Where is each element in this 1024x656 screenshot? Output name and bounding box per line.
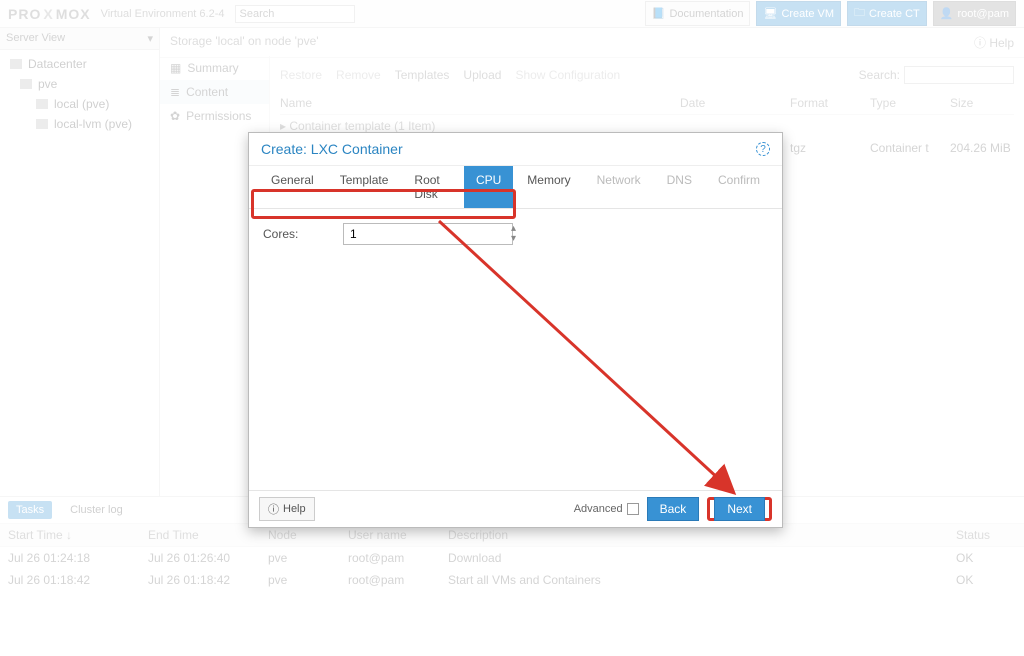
view-selector[interactable]: Server View▾	[0, 28, 159, 50]
tab-cpu[interactable]: CPU	[464, 166, 513, 208]
create-lxc-dialog: Create: LXC Container ? General Template…	[248, 132, 783, 528]
version-label: Virtual Environment 6.2-4	[101, 8, 225, 20]
grid-header: NameDate FormatTypeSize	[280, 92, 1014, 115]
top-bar: PROXMOX Virtual Environment 6.2-4 📘 Docu…	[0, 0, 1024, 28]
templates-button[interactable]: Templates	[395, 68, 450, 82]
content-toolbar: Restore Remove Templates Upload Show Con…	[280, 62, 1014, 88]
tab-permissions[interactable]: ✿ Permissions	[160, 104, 269, 128]
dialog-title: Create: LXC Container	[261, 141, 403, 157]
user-menu-button[interactable]: 👤 root@pam	[933, 1, 1016, 26]
tab-root-disk[interactable]: Root Disk	[402, 166, 462, 208]
tab-confirm: Confirm	[706, 166, 772, 208]
tab-memory[interactable]: Memory	[515, 166, 582, 208]
search-label: Search:	[859, 68, 900, 82]
tab-content[interactable]: ≣ Content	[160, 80, 269, 104]
upload-button[interactable]: Upload	[463, 68, 501, 82]
tab-template[interactable]: Template	[328, 166, 401, 208]
close-icon[interactable]: ?	[756, 142, 770, 156]
documentation-button[interactable]: 📘 Documentation	[645, 1, 751, 26]
tab-summary[interactable]: ▦ Summary	[160, 56, 269, 80]
tab-dns: DNS	[655, 166, 704, 208]
content-search-input[interactable]	[904, 66, 1014, 84]
create-vm-button[interactable]: 🖥 Create VM	[756, 1, 841, 26]
advanced-checkbox[interactable]	[627, 503, 639, 515]
tree-datacenter[interactable]: Datacenter	[0, 54, 159, 74]
tab-cluster-log[interactable]: Cluster log	[62, 501, 131, 519]
help-link[interactable]: ⓘ Help	[974, 34, 1014, 51]
cores-label: Cores:	[263, 227, 333, 241]
tree-storage-local-lvm[interactable]: local-lvm (pve)	[0, 114, 159, 134]
tree-node-pve[interactable]: pve	[0, 74, 159, 94]
cores-stepper[interactable]: ▴▾	[343, 223, 513, 245]
task-row[interactable]: Jul 26 01:18:42Jul 26 01:18:42 pveroot@p…	[0, 569, 1024, 591]
global-search-input[interactable]	[235, 5, 355, 23]
restore-button[interactable]: Restore	[280, 68, 322, 82]
left-panel: Server View▾ Datacenter pve local (pve) …	[0, 28, 160, 496]
advanced-toggle[interactable]: Advanced	[574, 503, 639, 515]
breadcrumb: Storage 'local' on node 'pve'	[170, 34, 319, 51]
show-config-button[interactable]: Show Configuration	[515, 68, 620, 82]
wizard-tabs: General Template Root Disk CPU Memory Ne…	[249, 166, 782, 209]
create-ct-button[interactable]: 🗀 Create CT	[847, 1, 927, 26]
tab-general[interactable]: General	[259, 166, 326, 208]
cores-input[interactable]	[344, 227, 511, 241]
chevron-updown-icon[interactable]: ▴▾	[511, 224, 516, 244]
next-button[interactable]: Next	[714, 497, 765, 521]
brand-logo: PROXMOX	[8, 6, 91, 22]
tab-tasks[interactable]: Tasks	[8, 501, 52, 519]
task-row[interactable]: Jul 26 01:24:18Jul 26 01:26:40 pveroot@p…	[0, 547, 1024, 569]
remove-button[interactable]: Remove	[336, 68, 381, 82]
back-button[interactable]: Back	[647, 497, 700, 521]
tree-storage-local[interactable]: local (pve)	[0, 94, 159, 114]
help-button[interactable]: ⓘ Help	[259, 497, 315, 521]
tab-network: Network	[585, 166, 653, 208]
